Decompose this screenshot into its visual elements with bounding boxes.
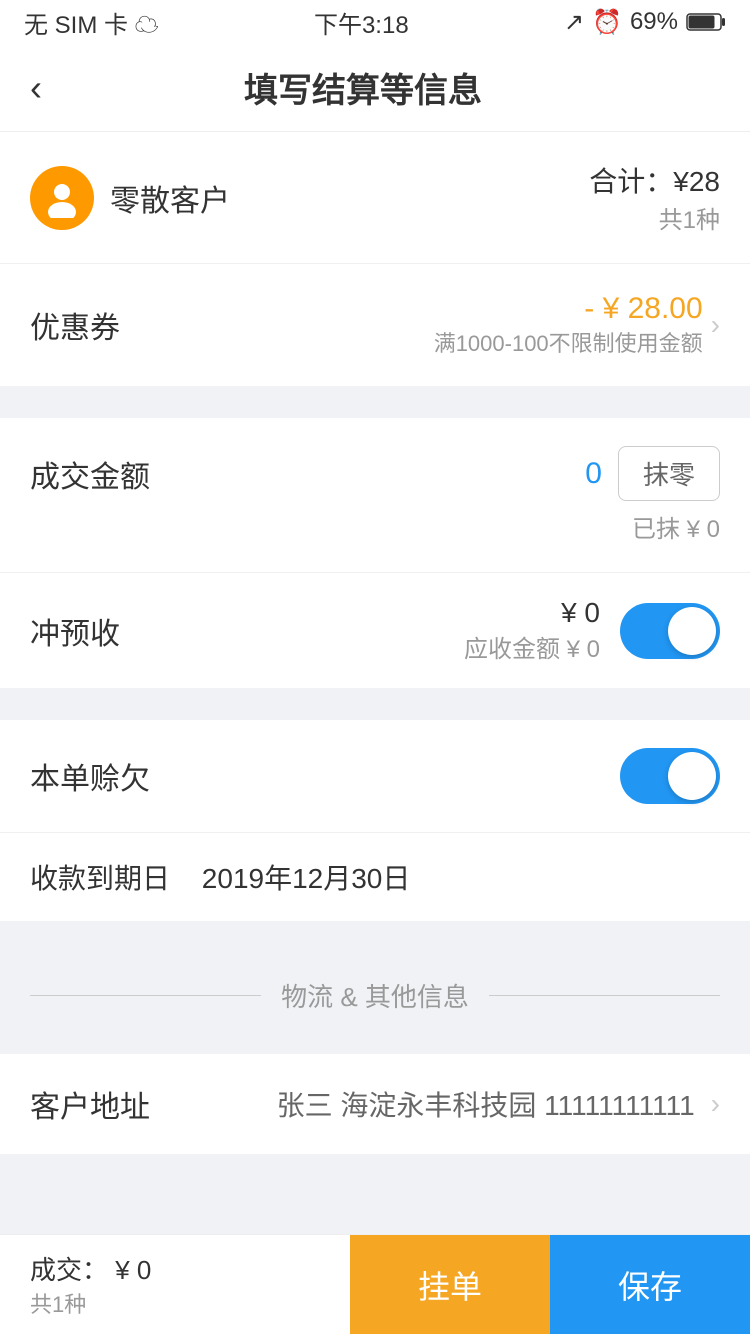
transaction-section: 成交金额 0 抹零 已抹 ¥ 0 冲预收 ¥ 0 应收金额 ¥ 0 [0,418,750,688]
round-button[interactable]: 抹零 [618,446,720,501]
credit-toggle[interactable] [620,748,720,804]
address-row[interactable]: 客户地址 张三 海淀永丰科技园 11111111111 › [0,1054,750,1154]
bottom-info: 成交： ¥ 0 共1种 [0,1250,350,1319]
chevron-right-icon: › [711,309,720,341]
status-left: 无 SIM 卡 ☁ [24,5,159,40]
battery-icon [686,12,726,32]
duedate-value: 2019年12月30日 [202,863,411,894]
logistics-title: 物流 & 其他信息 [261,977,489,1014]
address-value: 张三 海淀永丰科技园 11111111111 [150,1084,711,1124]
coupon-desc: 满1000-100不限制使用金额 [434,326,703,358]
amount-label: 成交金额 [30,452,150,496]
customer-name: 零散客户 [110,176,230,220]
logistics-section: 物流 & 其他信息 [0,953,750,1038]
advance-amount: ¥ 0 [464,597,600,629]
customer-total: 合计：¥28 [589,160,720,200]
credit-label: 本单赊欠 [30,754,150,798]
bottom-deal-amount: ¥ 0 [115,1255,151,1285]
sim-status: 无 SIM 卡 ☁ [24,5,159,40]
coupon-amount: - ¥ 28.00 [434,292,703,326]
coupon-right: - ¥ 28.00 满1000-100不限制使用金额 › [434,292,720,358]
address-chevron-icon: › [711,1088,720,1120]
advance-toggle[interactable] [620,603,720,659]
status-bar: 无 SIM 卡 ☁ 下午3:18 ↗ ⏰ 69% [0,0,750,44]
duedate-label: 收款到期日 [30,863,170,894]
advance-right: ¥ 0 应收金额 ¥ 0 [464,597,720,664]
amount-right: 0 抹零 [585,446,720,501]
nav-title: 填写结算等信息 [62,63,664,112]
save-button[interactable]: 保存 [550,1235,750,1334]
alarm-icon: ⏰ [592,8,622,37]
battery-level: 69% [630,8,678,36]
bottom-count: 共1种 [30,1287,320,1319]
coupon-row[interactable]: 优惠券 - ¥ 28.00 满1000-100不限制使用金额 › [0,263,750,386]
customer-section: 零散客户 合计：¥28 共1种 优惠券 - ¥ 28.00 满1000-100不… [0,132,750,386]
amount-row: 成交金额 0 抹零 已抹 ¥ 0 [0,418,750,572]
customer-row: 零散客户 合计：¥28 共1种 [0,132,750,263]
coupon-label: 优惠券 [30,303,120,347]
amount-top: 成交金额 0 抹零 [30,446,720,501]
section-divider-3 [0,937,750,953]
section-divider-1 [0,402,750,418]
duedate-row: 收款到期日 2019年12月30日 [0,832,750,921]
back-button[interactable]: ‹ [30,67,42,109]
section-divider-2 [0,704,750,720]
advance-row: 冲预收 ¥ 0 应收金额 ¥ 0 [0,572,750,688]
coupon-right-content: - ¥ 28.00 满1000-100不限制使用金额 [434,292,703,358]
address-label: 客户地址 [30,1082,150,1126]
location-icon: ↗ [564,8,584,37]
advance-label: 冲预收 [30,609,120,653]
status-right: ↗ ⏰ 69% [564,8,726,37]
amount-sub: 已抹 ¥ 0 [30,509,720,544]
avatar-icon [42,178,82,218]
customer-left: 零散客户 [30,166,230,230]
logistics-header: 物流 & 其他信息 [0,953,750,1038]
amount-value[interactable]: 0 [585,457,602,491]
hang-button[interactable]: 挂单 [350,1235,550,1334]
address-section: 客户地址 张三 海淀永丰科技园 11111111111 › [0,1054,750,1154]
advance-receivable: 应收金额 ¥ 0 [464,629,600,664]
bottom-bar: 成交： ¥ 0 共1种 挂单 保存 [0,1234,750,1334]
bottom-deal-label: 成交： [30,1255,108,1285]
customer-avatar [30,166,94,230]
status-time: 下午3:18 [314,5,409,40]
customer-count: 共1种 [589,200,720,235]
bottom-actions: 挂单 保存 [350,1235,750,1334]
bottom-deal: 成交： ¥ 0 [30,1250,320,1287]
credit-section: 本单赊欠 收款到期日 2019年12月30日 [0,720,750,921]
credit-row: 本单赊欠 [0,720,750,832]
advance-values: ¥ 0 应收金额 ¥ 0 [464,597,600,664]
nav-bar: ‹ 填写结算等信息 [0,44,750,132]
customer-right: 合计：¥28 共1种 [589,160,720,235]
